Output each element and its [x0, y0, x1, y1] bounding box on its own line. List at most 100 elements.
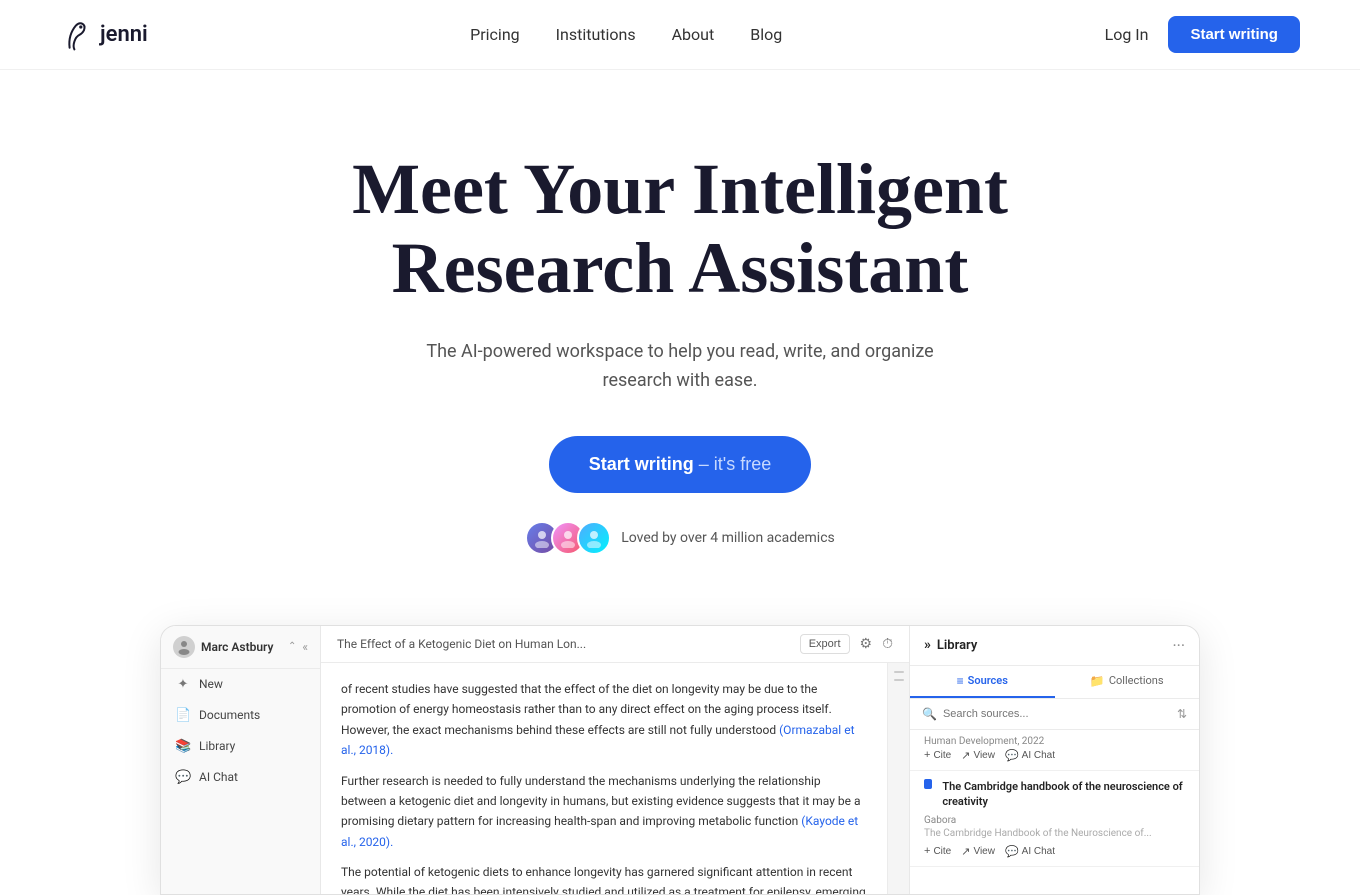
source-item-actions: + Cite ↗ View 💬 AI Chat [924, 749, 1185, 762]
editor-doc-title: The Effect of a Ketogenic Diet on Human … [337, 637, 586, 651]
editor-content: of recent studies have suggested that th… [321, 663, 887, 894]
history-icon[interactable]: ⏱ [882, 636, 893, 652]
right-panel-title: » Library [924, 637, 977, 653]
citation-2: (Kayode et al., 2020). [341, 814, 858, 848]
source-item: Human Development, 2022 + Cite ↗ View 💬 [910, 730, 1199, 771]
ai-chat-icon: 💬 [175, 770, 191, 785]
hero-subtitle: The AI-powered workspace to help you rea… [420, 338, 940, 396]
sidebar-item-new[interactable]: ✦ New [161, 669, 320, 700]
ai-chat-label-1: AI Chat [1022, 750, 1055, 761]
cite-label-2: Cite [933, 846, 951, 857]
sidebar-item-ai-chat-label: AI Chat [199, 770, 238, 784]
sidebar-collapse-icon[interactable]: « [302, 640, 308, 654]
sidebar-avatar [173, 636, 195, 658]
view-icon-2: ↗ [961, 845, 970, 858]
view-label-2: View [973, 846, 995, 857]
nav-link-about[interactable]: About [672, 25, 715, 44]
source-author: Gabora [924, 815, 1185, 826]
cite-button-2[interactable]: + Cite [924, 845, 951, 857]
sources-tab-icon: ≡ [957, 674, 964, 688]
demo-right-panel: » Library ··· ≡ Sources 📁 Collections 🔍 [909, 626, 1199, 894]
ai-chat-icon-2: 💬 [1005, 845, 1019, 858]
right-panel-content: Human Development, 2022 + Cite ↗ View 💬 [910, 730, 1199, 894]
source-journal: The Cambridge Handbook of the Neuroscien… [924, 828, 1185, 839]
nav-start-writing-button[interactable]: Start writing [1168, 16, 1300, 53]
ai-chat-button-1[interactable]: 💬 AI Chat [1005, 749, 1055, 762]
avatar-group [525, 521, 611, 555]
strip-line-2 [894, 679, 904, 681]
source-title: The Cambridge handbook of the neuroscien… [942, 779, 1185, 810]
editor-paragraph-2: Further research is needed to fully unde… [341, 771, 867, 853]
settings-icon[interactable]: ⚙ [860, 636, 873, 652]
sidebar-username: Marc Astbury [201, 640, 282, 654]
navbar: jenni Pricing Institutions About Blog Lo… [0, 0, 1360, 70]
nav-link-blog[interactable]: Blog [750, 25, 782, 44]
hero-start-writing-button[interactable]: Start writing – it's free [549, 436, 812, 493]
citation-1: (Ormazabal et al., 2018). [341, 723, 855, 757]
cite-label-1: Cite [933, 750, 951, 761]
sources-tab-label: Sources [968, 674, 1008, 687]
cite-icon-2: + [924, 845, 930, 857]
sidebar-item-library[interactable]: 📚 Library [161, 731, 320, 762]
search-input[interactable] [943, 708, 1171, 720]
library-arrows-icon: » [924, 637, 931, 653]
cite-button-1[interactable]: + Cite [924, 749, 951, 761]
documents-icon: 📄 [175, 708, 191, 723]
tab-collections[interactable]: 📁 Collections [1055, 666, 1200, 698]
sidebar-header: Marc Astbury ⌃ « [161, 626, 320, 669]
right-panel-header: » Library ··· [910, 626, 1199, 666]
collections-tab-label: Collections [1109, 674, 1164, 687]
sidebar-item-library-label: Library [199, 739, 235, 753]
hero-cta-main: Start writing [589, 454, 694, 474]
sidebar-chevron-icon: ⌃ [288, 641, 296, 652]
search-icon: 🔍 [922, 707, 937, 721]
new-icon: ✦ [175, 677, 191, 692]
right-panel-search: 🔍 ⇅ [910, 699, 1199, 730]
login-link[interactable]: Log In [1105, 25, 1149, 44]
editor-toolbar: The Effect of a Ketogenic Diet on Human … [321, 626, 909, 663]
source-item-actions-main: + Cite ↗ View 💬 AI Chat [924, 845, 1185, 858]
logo-link[interactable]: jenni [60, 19, 148, 51]
view-button-2[interactable]: ↗ View [961, 845, 995, 858]
view-icon-1: ↗ [961, 749, 970, 762]
hero-title: Meet Your Intelligent Research Assistant [280, 150, 1080, 308]
sidebar-item-ai-chat[interactable]: 💬 AI Chat [161, 762, 320, 793]
tab-sources[interactable]: ≡ Sources [910, 666, 1055, 698]
right-panel-tabs: ≡ Sources 📁 Collections [910, 666, 1199, 699]
editor-paragraph-1: of recent studies have suggested that th… [341, 679, 867, 761]
ai-chat-button-2[interactable]: 💬 AI Chat [1005, 845, 1055, 858]
sidebar-item-documents[interactable]: 📄 Documents [161, 700, 320, 731]
sort-icon[interactable]: ⇅ [1177, 707, 1187, 721]
view-button-1[interactable]: ↗ View [961, 749, 995, 762]
more-options-icon[interactable]: ··· [1172, 636, 1185, 655]
hero-title-line1: Meet Your Intelligent [352, 149, 1008, 229]
export-button[interactable]: Export [800, 634, 850, 654]
hero-section: Meet Your Intelligent Research Assistant… [0, 70, 1360, 605]
cite-icon-1: + [924, 749, 930, 761]
editor-toolbar-right: Export ⚙ ⏱ [800, 634, 893, 654]
logo-icon [60, 19, 92, 51]
nav-link-pricing[interactable]: Pricing [470, 25, 520, 44]
editor-side-strip [887, 663, 909, 894]
ai-chat-label-2: AI Chat [1022, 846, 1055, 857]
demo-sidebar: Marc Astbury ⌃ « ✦ New 📄 Documents 📚 Lib… [161, 626, 321, 894]
logo-text: jenni [100, 22, 148, 47]
demo-window: Marc Astbury ⌃ « ✦ New 📄 Documents 📚 Lib… [160, 625, 1200, 895]
ai-chat-icon-1: 💬 [1005, 749, 1019, 762]
library-icon: 📚 [175, 739, 191, 754]
social-proof-text: Loved by over 4 million academics [621, 530, 835, 546]
strip-line-1 [894, 671, 904, 673]
sidebar-item-new-label: New [199, 677, 223, 691]
demo-editor: The Effect of a Ketogenic Diet on Human … [321, 626, 909, 894]
library-title-text: Library [937, 638, 977, 653]
nav-link-institutions[interactable]: Institutions [556, 25, 636, 44]
view-label-1: View [973, 750, 995, 761]
collections-tab-icon: 📁 [1090, 674, 1105, 688]
editor-paragraph-3: The potential of ketogenic diets to enha… [341, 862, 867, 894]
hero-title-line2: Research Assistant [392, 228, 969, 308]
demo-section: Marc Astbury ⌃ « ✦ New 📄 Documents 📚 Lib… [0, 605, 1360, 895]
source-item-main: The Cambridge handbook of the neuroscien… [910, 771, 1199, 867]
sidebar-item-documents-label: Documents [199, 708, 260, 722]
avatar [577, 521, 611, 555]
nav-right: Log In Start writing [1105, 16, 1300, 53]
